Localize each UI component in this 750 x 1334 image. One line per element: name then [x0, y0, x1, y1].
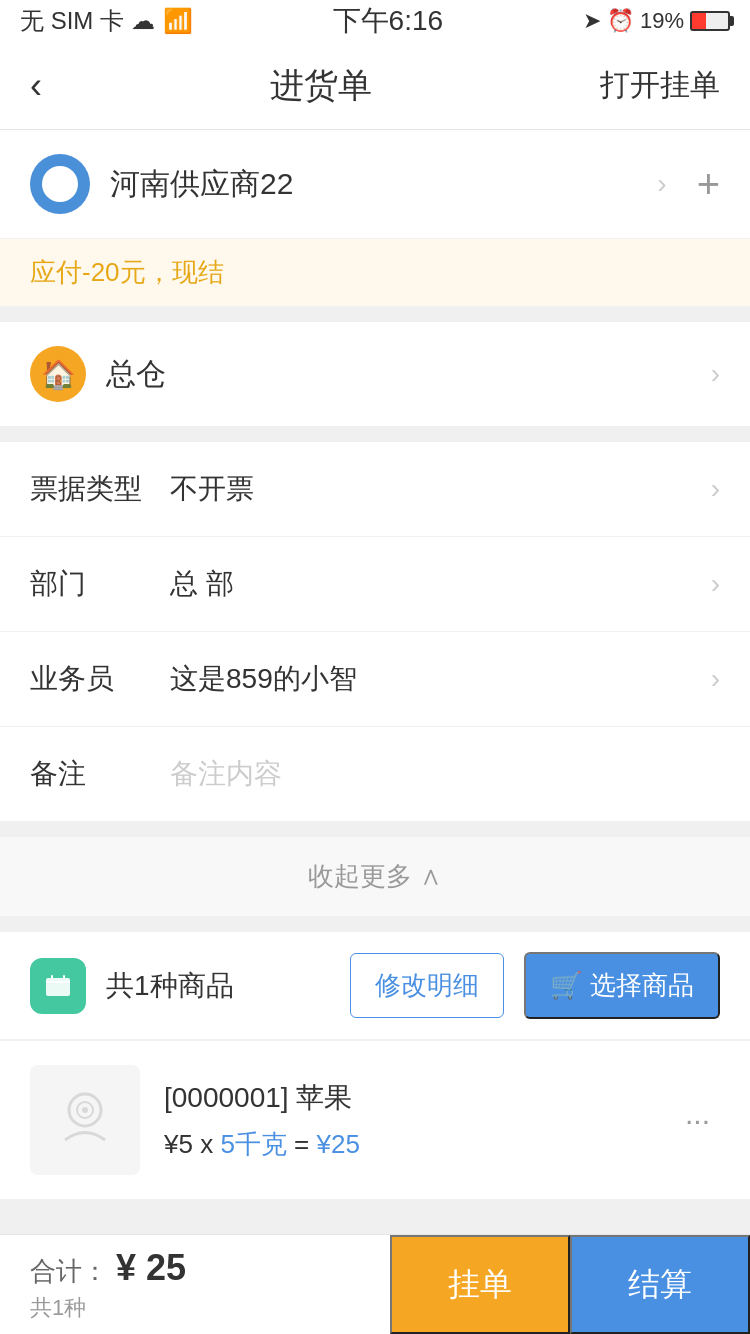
status-time: 下午6:16	[333, 2, 444, 40]
product-more-button[interactable]: ···	[675, 1093, 720, 1147]
department-label: 部门	[30, 565, 150, 603]
warehouse-icon: 🏠	[30, 346, 86, 402]
warehouse-row[interactable]: 🏠 总仓 ›	[0, 322, 750, 426]
remark-input[interactable]: 备注内容	[150, 755, 720, 793]
back-button[interactable]: ‹	[30, 65, 42, 107]
invoice-type-label: 票据类型	[30, 470, 150, 508]
collapse-label: 收起更多 ∧	[308, 861, 441, 891]
checkout-button[interactable]: 结算	[570, 1235, 750, 1334]
supplier-card: 河南供应商22 › + 应付-20元，现结	[0, 130, 750, 306]
total-line: 合计： ¥ 25	[30, 1247, 360, 1289]
product-title: 苹果	[296, 1082, 352, 1113]
product-code: [0000001]	[164, 1082, 289, 1113]
battery-percent: 19%	[640, 8, 684, 34]
total-label: 合计：	[30, 1254, 108, 1289]
supplier-arrow-icon: ›	[657, 168, 666, 200]
alarm-icon: ⏰	[607, 8, 634, 34]
warning-banner: 应付-20元，现结	[0, 239, 750, 306]
supplier-avatar	[30, 154, 90, 214]
supplier-row[interactable]: 河南供应商22 › +	[0, 130, 750, 239]
edit-detail-button[interactable]: 修改明细	[350, 953, 504, 1018]
product-count-label: 共1种商品	[106, 967, 330, 1005]
price-equals: =	[294, 1129, 316, 1159]
product-price: ¥5 x 5千克 = ¥25	[164, 1127, 675, 1162]
salesperson-value: 这是859的小智	[150, 660, 711, 698]
remark-label: 备注	[30, 755, 150, 793]
total-count: 共1种	[30, 1293, 360, 1323]
product-header: 共1种商品 修改明细 🛒 选择商品	[0, 932, 750, 1039]
warehouse-card[interactable]: 🏠 总仓 ›	[0, 322, 750, 426]
svg-rect-0	[46, 978, 70, 996]
department-arrow: ›	[711, 568, 720, 600]
warehouse-name: 总仓	[106, 354, 711, 395]
invoice-type-arrow: ›	[711, 473, 720, 505]
wifi-icon: 📶	[163, 7, 193, 35]
department-value: 总 部	[150, 565, 711, 603]
nav-bar: ‹ 进货单 打开挂单	[0, 42, 750, 130]
remark-row[interactable]: 备注 备注内容	[0, 727, 750, 821]
content-area: 河南供应商22 › + 应付-20元，现结 🏠 总仓 › 票据类型 不开票 › …	[0, 130, 750, 1309]
svg-point-3	[82, 1107, 88, 1113]
product-info: [0000001] 苹果 ¥5 x 5千克 = ¥25	[164, 1079, 675, 1162]
avatar-inner	[42, 166, 78, 202]
status-bar: 无 SIM 卡 ☁ 📶 下午6:16 ➤ ⏰ 19%	[0, 0, 750, 42]
department-row[interactable]: 部门 总 部 ›	[0, 537, 750, 632]
product-item: [0000001] 苹果 ¥5 x 5千克 = ¥25 ···	[0, 1041, 750, 1199]
add-supplier-button[interactable]: +	[697, 162, 720, 207]
supplier-name: 河南供应商22	[110, 164, 657, 205]
form-card: 票据类型 不开票 › 部门 总 部 › 业务员 这是859的小智 › 备注 备注…	[0, 442, 750, 821]
quantity-value: 5千克	[220, 1129, 286, 1159]
invoice-type-value: 不开票	[150, 470, 711, 508]
total-section: 合计： ¥ 25 共1种	[0, 1235, 390, 1334]
bottom-bar: 合计： ¥ 25 共1种 挂单 结算	[0, 1234, 750, 1334]
salesperson-label: 业务员	[30, 660, 150, 698]
status-left: 无 SIM 卡 ☁ 📶	[20, 5, 193, 37]
price-multiply: x	[200, 1129, 220, 1159]
price-value: ¥5	[164, 1129, 193, 1159]
battery-icon	[690, 11, 730, 31]
product-thumbnail	[30, 1065, 140, 1175]
salesperson-row[interactable]: 业务员 这是859的小智 ›	[0, 632, 750, 727]
hang-order-button[interactable]: 挂单	[390, 1235, 570, 1334]
warehouse-arrow-icon: ›	[711, 358, 720, 390]
product-section-icon	[30, 958, 86, 1014]
status-right: ➤ ⏰ 19%	[583, 8, 730, 34]
product-name: [0000001] 苹果	[164, 1079, 675, 1117]
select-product-label: 选择商品	[590, 968, 694, 1003]
total-amount: ¥ 25	[116, 1247, 186, 1289]
page-title: 进货单	[270, 63, 372, 109]
invoice-type-row[interactable]: 票据类型 不开票 ›	[0, 442, 750, 537]
salesperson-arrow: ›	[711, 663, 720, 695]
product-total: ¥25	[317, 1129, 360, 1159]
select-product-button[interactable]: 🛒 选择商品	[524, 952, 720, 1019]
collapse-toggle[interactable]: 收起更多 ∧	[0, 837, 750, 916]
open-hang-button[interactable]: 打开挂单	[600, 65, 720, 106]
location-icon: ➤	[583, 8, 601, 34]
cart-icon: 🛒	[550, 970, 582, 1001]
sim-label: 无 SIM 卡 ☁	[20, 5, 155, 37]
